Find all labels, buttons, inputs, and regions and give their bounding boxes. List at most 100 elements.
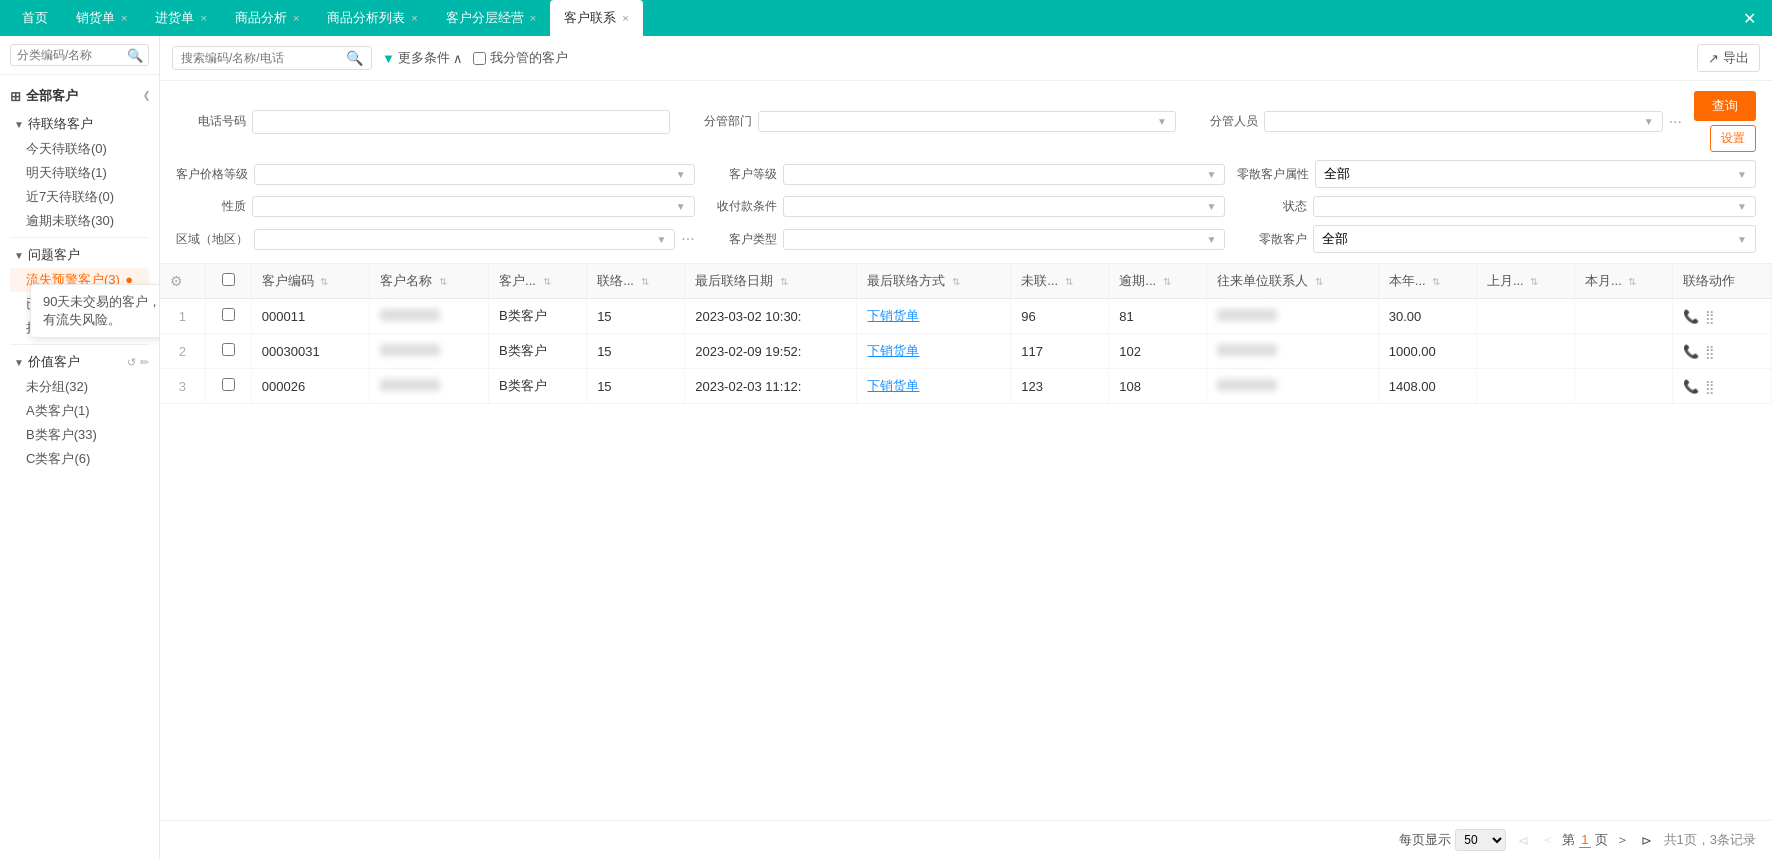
filter-zero-retail-select[interactable]: 全部 ▼ <box>1313 225 1756 253</box>
last-way-link[interactable]: 下销货单 <box>867 343 919 358</box>
th-contact-count[interactable]: 联络... ⇅ <box>587 264 685 299</box>
sidebar-item-tomorrow[interactable]: 明天待联络(1) <box>10 161 149 185</box>
settings-btn[interactable]: 设置 <box>1710 125 1756 152</box>
last-page-btn[interactable]: ⊳ <box>1637 831 1656 850</box>
filter-region-select[interactable]: ▼ <box>254 229 675 250</box>
th-this-year[interactable]: 本年... ⇅ <box>1378 264 1476 299</box>
row-this-year: 1408.00 <box>1378 369 1476 404</box>
sidebar-item-overdue[interactable]: 逾期未联络(30) <box>10 209 149 233</box>
filter-toggle-btn[interactable]: ▼ 更多条件 ∧ <box>382 49 463 67</box>
sidebar-group-value[interactable]: ▼ 价值客户 ↺ ✏ <box>10 349 149 375</box>
action-more-icon[interactable]: ⣿ <box>1705 309 1715 324</box>
collapse-icon[interactable]: 《 <box>138 89 149 104</box>
row-this-month <box>1574 369 1672 404</box>
close-tab-sales[interactable]: × <box>121 12 127 24</box>
filter-more-btn1[interactable]: ··· <box>1669 113 1682 131</box>
tab-analysis[interactable]: 商品分析 × <box>221 0 313 36</box>
filter-customer-type-select[interactable]: ▼ <box>783 229 1226 250</box>
toolbar-search-input[interactable] <box>181 51 342 65</box>
close-tab-analysis[interactable]: × <box>293 12 299 24</box>
next-page-btn[interactable]: ＞ <box>1612 829 1633 851</box>
export-btn[interactable]: ↗ 导出 <box>1697 44 1760 72</box>
row-checkbox-cell[interactable] <box>205 299 251 334</box>
filter-status-field: 状态 ▼ <box>1237 196 1756 217</box>
filter-zero-attr-select[interactable]: 全部 ▼ <box>1315 160 1756 188</box>
row-checkbox-cell[interactable] <box>205 369 251 404</box>
sidebar-search-area: 🔍 <box>0 36 159 75</box>
page-size-select[interactable]: 50 100 200 <box>1455 829 1506 851</box>
sidebar-item-class-c[interactable]: C类客户(6) <box>10 447 149 471</box>
last-way-link[interactable]: 下销货单 <box>867 308 919 323</box>
sidebar-all-customers[interactable]: ⊞ 全部客户 《 <box>10 81 149 111</box>
edit-icon[interactable]: ✏ <box>140 356 149 369</box>
th-last-date[interactable]: 最后联络日期 ⇅ <box>685 264 857 299</box>
sidebar-item-ungroup[interactable]: 未分组(32) <box>10 375 149 399</box>
row-last-way[interactable]: 下销货单 <box>857 299 1011 334</box>
select-all-checkbox[interactable] <box>222 273 235 286</box>
action-phone-icon[interactable]: 📞 <box>1683 379 1699 394</box>
close-tab-customer-contact[interactable]: × <box>622 12 628 24</box>
sidebar-item-class-a[interactable]: A类客户(1) <box>10 399 149 423</box>
row-uncontacted: 117 <box>1011 334 1109 369</box>
filter-status-select[interactable]: ▼ <box>1313 196 1756 217</box>
th-this-month[interactable]: 本月... ⇅ <box>1574 264 1672 299</box>
tab-purchase[interactable]: 进货单 × <box>141 0 220 36</box>
sidebar-item-class-b[interactable]: B类客户(33) <box>10 423 149 447</box>
filter-payment-select[interactable]: ▼ <box>783 196 1226 217</box>
sidebar-group-pending[interactable]: ▼ 待联络客户 <box>10 111 149 137</box>
my-customers-checkbox[interactable]: 我分管的客户 <box>473 49 568 67</box>
filter-person-select[interactable]: ▼ <box>1264 111 1663 132</box>
window-close-btn[interactable]: ✕ <box>1735 9 1764 28</box>
tab-analysis-list[interactable]: 商品分析列表 × <box>313 0 431 36</box>
filter-nature-field: 性质 ▼ <box>176 196 695 217</box>
tab-customer-contact[interactable]: 客户联系 × <box>550 0 642 36</box>
tab-customer-layer[interactable]: 客户分层经营 × <box>432 0 550 36</box>
th-last-way[interactable]: 最后联络方式 ⇅ <box>857 264 1011 299</box>
row-last-way[interactable]: 下销货单 <box>857 369 1011 404</box>
page-unit: 页 <box>1595 831 1608 849</box>
sidebar-item-today[interactable]: 今天待联络(0) <box>10 137 149 161</box>
row-last-month <box>1476 299 1574 334</box>
tab-home[interactable]: 首页 <box>8 0 62 36</box>
filter-customer-level-select[interactable]: ▼ <box>783 164 1226 185</box>
tab-sales[interactable]: 销货单 × <box>62 0 141 36</box>
row-checkbox[interactable] <box>222 343 235 356</box>
th-type[interactable]: 客户... ⇅ <box>489 264 587 299</box>
row-checkbox-cell[interactable] <box>205 334 251 369</box>
table-row: 3 000026 B类客户 15 2023-02-03 11:12: 下销货单 … <box>160 369 1772 404</box>
prev-page-btn[interactable]: ＜ <box>1537 829 1558 851</box>
toolbar-search-icon[interactable]: 🔍 <box>346 50 363 66</box>
row-checkbox[interactable] <box>222 378 235 391</box>
settings-gear-icon[interactable]: ⚙ <box>170 273 183 289</box>
th-uncontacted[interactable]: 未联... ⇅ <box>1011 264 1109 299</box>
filter-customer-level-field: 客户等级 ▼ <box>707 164 1226 185</box>
action-more-icon[interactable]: ⣿ <box>1705 379 1715 394</box>
filter-phone-input[interactable] <box>252 110 670 134</box>
first-page-btn[interactable]: ⊲ <box>1514 831 1533 850</box>
th-overdue[interactable]: 逾期... ⇅ <box>1109 264 1207 299</box>
refresh-icon[interactable]: ↺ <box>127 356 136 369</box>
query-btn[interactable]: 查询 <box>1694 91 1756 121</box>
th-checkbox[interactable] <box>205 264 251 299</box>
row-last-way[interactable]: 下销货单 <box>857 334 1011 369</box>
action-phone-icon[interactable]: 📞 <box>1683 344 1699 359</box>
filter-nature-select[interactable]: ▼ <box>252 196 695 217</box>
sidebar-item-7days[interactable]: 近7天待联络(0) <box>10 185 149 209</box>
th-code[interactable]: 客户编码 ⇅ <box>251 264 370 299</box>
filter-more-btn2[interactable]: ··· <box>681 230 694 248</box>
close-tab-purchase[interactable]: × <box>200 12 206 24</box>
last-way-link[interactable]: 下销货单 <box>867 378 919 393</box>
th-contact-person[interactable]: 往来单位联系人 ⇅ <box>1207 264 1378 299</box>
th-settings[interactable]: ⚙ <box>160 264 205 299</box>
row-checkbox[interactable] <box>222 308 235 321</box>
filter-price-level-select[interactable]: ▼ <box>254 164 695 185</box>
close-tab-analysis-list[interactable]: × <box>411 12 417 24</box>
sidebar-group-problem[interactable]: ▼ 问题客户 <box>10 242 149 268</box>
my-customers-check[interactable] <box>473 52 486 65</box>
action-phone-icon[interactable]: 📞 <box>1683 309 1699 324</box>
action-more-icon[interactable]: ⣿ <box>1705 344 1715 359</box>
close-tab-customer-layer[interactable]: × <box>530 12 536 24</box>
th-name[interactable]: 客户名称 ⇅ <box>370 264 489 299</box>
filter-dept-select[interactable]: ▼ <box>758 111 1176 132</box>
th-last-month[interactable]: 上月... ⇅ <box>1476 264 1574 299</box>
